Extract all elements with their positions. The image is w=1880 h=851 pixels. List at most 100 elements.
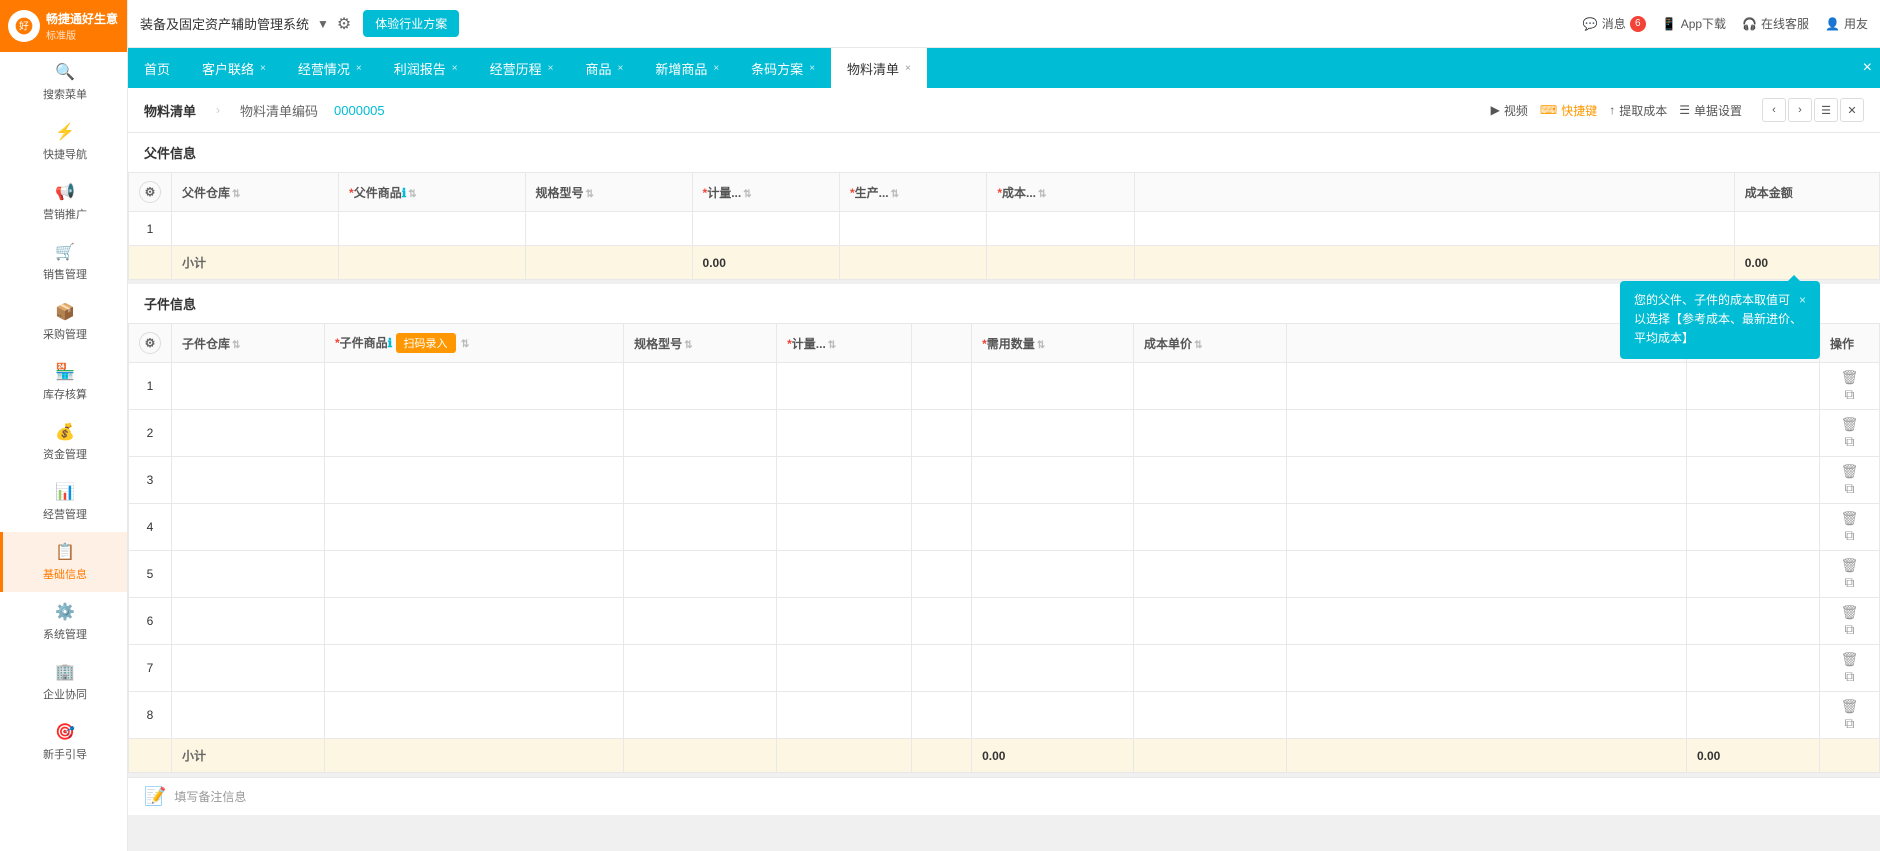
child-row-4-quantity[interactable] [972,504,1134,551]
note-placeholder[interactable]: 填写备注信息 [174,788,246,805]
close-page-btn[interactable]: ✕ [1840,98,1864,122]
view-action[interactable]: ▶ 视频 [1491,102,1528,119]
child-row-8-warehouse[interactable] [172,692,325,739]
child-unit-cost-sort[interactable]: ⇅ [1194,340,1202,351]
child-row-7-unit-cost[interactable] [1134,645,1287,692]
child-row-4-warehouse[interactable] [172,504,325,551]
child-row-8-copy-btn[interactable]: ⧉ [1845,715,1855,731]
parent-row-1-warehouse[interactable] [172,212,339,246]
sidebar-item-operations[interactable]: 📊 经营管理 [0,472,127,532]
child-row-1-copy-btn[interactable]: ⧉ [1845,386,1855,402]
child-row-6-warehouse[interactable] [172,598,325,645]
parent-row-1-produce[interactable] [839,212,986,246]
next-page-btn[interactable]: › [1788,98,1812,122]
sidebar-item-finance[interactable]: 💰 资金管理 [0,412,127,472]
tab-bom-close[interactable]: × [905,63,911,74]
parent-row-1-spec[interactable] [525,212,692,246]
child-goods-info[interactable]: ℹ [388,336,393,350]
child-row-3-unit-cost[interactable] [1134,457,1287,504]
tab-history[interactable]: 经营历程 × [474,48,570,88]
child-row-4-goods[interactable] [324,504,623,551]
sidebar-item-search[interactable]: 🔍 搜索菜单 [0,52,127,112]
child-row-6-copy-btn[interactable]: ⧉ [1845,621,1855,637]
sidebar-item-quick-nav[interactable]: ⚡ 快捷导航 [0,112,127,172]
child-row-8-delete-btn[interactable]: 🗑 [1841,698,1859,714]
child-row-2-delete-btn[interactable]: 🗑 [1841,416,1859,432]
tab-profit-close[interactable]: × [452,63,458,74]
child-row-8-spec[interactable] [624,692,777,739]
tab-operations-close[interactable]: × [356,63,362,74]
child-row-6-goods[interactable] [324,598,623,645]
parent-produce-sort[interactable]: ⇅ [891,189,899,200]
child-row-8-unit[interactable] [777,692,912,739]
app-download-button[interactable]: 📱 App下载 [1662,15,1726,32]
system-dropdown-icon[interactable]: ▼ [317,17,329,31]
child-row-5-unit-cost[interactable] [1134,551,1287,598]
tab-home[interactable]: 首页 [128,48,186,88]
online-service-button[interactable]: 🎧 在线客服 [1742,15,1809,32]
extract-cost-action[interactable]: ↑ 提取成本 [1609,102,1667,119]
tab-bom[interactable]: 物料清单 × [831,48,927,88]
child-row-2-goods[interactable] [324,410,623,457]
child-row-5-goods[interactable] [324,551,623,598]
child-unit-sort[interactable]: ⇅ [828,340,836,351]
child-row-2-spec[interactable] [624,410,777,457]
child-row-3-delete-btn[interactable]: 🗑 [1841,463,1859,479]
child-row-2-unit[interactable] [777,410,912,457]
parent-warehouse-sort[interactable]: ⇅ [232,189,240,200]
tab-barcode-close[interactable]: × [809,63,815,74]
child-row-1-quantity[interactable] [972,363,1134,410]
parent-gear-btn[interactable]: ⚙ [139,181,161,203]
child-row-1-unit[interactable] [777,363,912,410]
child-row-6-unit[interactable] [777,598,912,645]
child-row-6-unit-cost[interactable] [1134,598,1287,645]
grid-view-btn[interactable]: ☰ [1814,98,1838,122]
child-row-6-quantity[interactable] [972,598,1134,645]
child-row-5-quantity[interactable] [972,551,1134,598]
sidebar-item-purchase[interactable]: 📦 采购管理 [0,292,127,352]
child-row-6-delete-btn[interactable]: 🗑 [1841,604,1859,620]
child-row-8-goods[interactable] [324,692,623,739]
child-row-1-goods[interactable] [324,363,623,410]
child-row-3-spec[interactable] [624,457,777,504]
child-row-7-copy-btn[interactable]: ⧉ [1845,668,1855,684]
tab-profit[interactable]: 利润报告 × [378,48,474,88]
child-gear-btn[interactable]: ⚙ [139,332,161,354]
trial-button[interactable]: 体验行业方案 [363,10,459,37]
single-setting-action[interactable]: ☰ 单据设置 [1679,102,1742,119]
gear-icon[interactable]: ⚙ [337,14,351,34]
parent-spec-sort[interactable]: ⇅ [586,189,594,200]
navtabs-close-all[interactable]: × [1863,59,1872,77]
child-row-1-spec[interactable] [624,363,777,410]
sidebar-item-basic-info[interactable]: 📋 基础信息 [0,532,127,592]
child-row-3-copy-btn[interactable]: ⧉ [1845,480,1855,496]
child-goods-sort[interactable]: ⇅ [461,339,469,350]
child-row-5-delete-btn[interactable]: 🗑 [1841,557,1859,573]
tab-goods[interactable]: 商品 × [569,48,639,88]
child-row-2-warehouse[interactable] [172,410,325,457]
child-row-8-quantity[interactable] [972,692,1134,739]
tab-new-goods-close[interactable]: × [713,63,719,74]
tab-new-goods[interactable]: 新增商品 × [639,48,735,88]
child-row-7-goods[interactable] [324,645,623,692]
child-row-2-unit-cost[interactable] [1134,410,1287,457]
child-row-2-quantity[interactable] [972,410,1134,457]
tooltip-close-btn[interactable]: × [1799,291,1806,310]
user-avatar[interactable]: 👤 用友 [1825,15,1868,32]
child-row-7-delete-btn[interactable]: 🗑 [1841,651,1859,667]
sidebar-item-system[interactable]: ⚙️ 系统管理 [0,592,127,652]
sidebar-item-guide[interactable]: 🎯 新手引导 [0,712,127,772]
child-spec-sort[interactable]: ⇅ [684,340,692,351]
parent-unit-sort[interactable]: ⇅ [743,189,751,200]
child-warehouse-sort[interactable]: ⇅ [232,340,240,351]
child-row-5-unit[interactable] [777,551,912,598]
parent-goods-sort[interactable]: ⇅ [408,189,416,200]
breadcrumb-bom[interactable]: 物料清单 [144,101,196,120]
child-row-7-warehouse[interactable] [172,645,325,692]
child-row-4-unit[interactable] [777,504,912,551]
child-row-5-warehouse[interactable] [172,551,325,598]
child-row-4-copy-btn[interactable]: ⧉ [1845,527,1855,543]
tab-operations[interactable]: 经营情况 × [282,48,378,88]
sidebar-item-sales[interactable]: 🛒 销售管理 [0,232,127,292]
child-row-8-unit-cost[interactable] [1134,692,1287,739]
